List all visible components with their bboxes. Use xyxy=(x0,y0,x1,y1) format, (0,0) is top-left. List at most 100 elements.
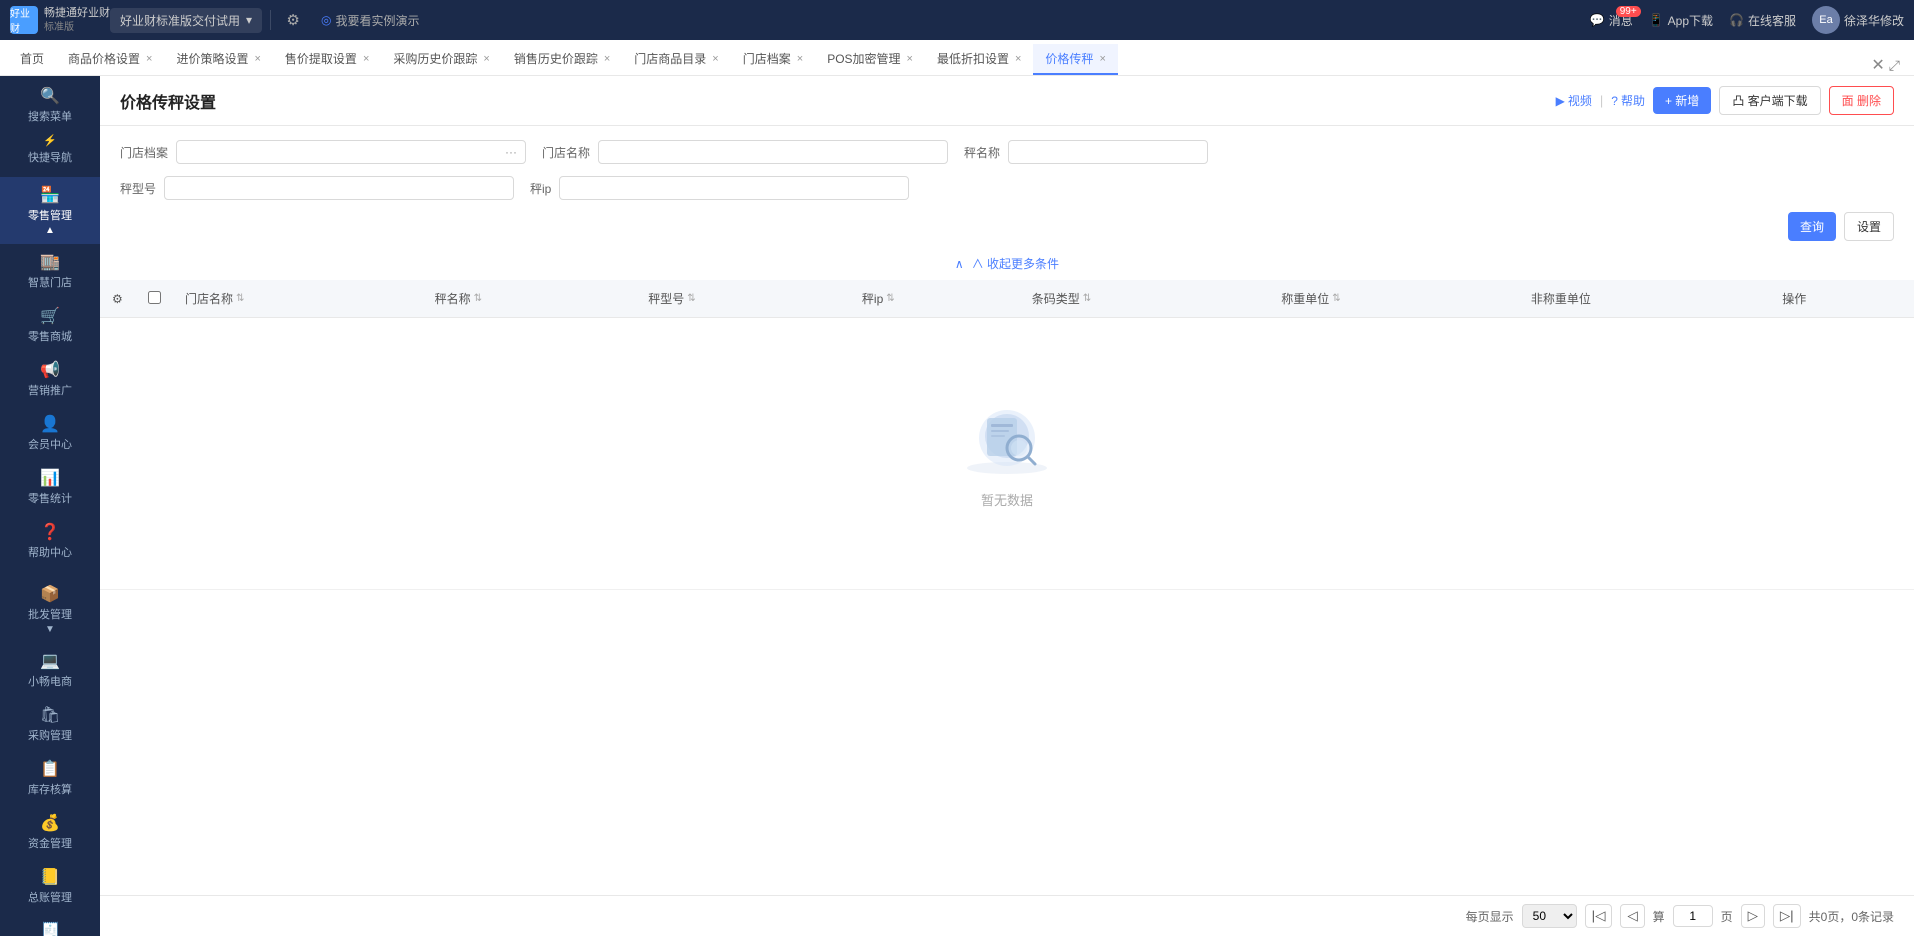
sidebar-item-member[interactable]: 👤 会员中心 xyxy=(0,406,100,460)
settings-icon[interactable]: ⚙ xyxy=(112,292,123,306)
sidebar-item-ecommerce[interactable]: 💻 小畅电商 xyxy=(0,643,100,697)
ecommerce-icon: 💻 xyxy=(40,651,60,671)
help-link[interactable]: ? 帮助 xyxy=(1611,92,1645,109)
query-button[interactable]: 查询 xyxy=(1788,212,1836,241)
collapse-bar[interactable]: ∧ ∧ 收起更多条件 xyxy=(120,249,1894,280)
purchase-icon: 🛍 xyxy=(40,705,60,725)
store-file-select[interactable]: ··· xyxy=(176,140,526,164)
th-store-name: 门店名称 ⇅ xyxy=(173,280,423,318)
add-button[interactable]: + 新增 xyxy=(1653,87,1711,114)
ellipsis-icon: ··· xyxy=(505,145,517,159)
headset-icon: 🎧 xyxy=(1729,13,1744,27)
tab-label: 首页 xyxy=(20,50,44,67)
version-selector[interactable]: 好业财标准版交付试用 ▾ xyxy=(110,8,262,33)
version-label: 好业财标准版交付试用 xyxy=(120,12,240,29)
sort-icon: ⇅ xyxy=(886,293,894,304)
tab-expand-icon[interactable]: ⤢ xyxy=(1889,57,1900,74)
tab-sales-history[interactable]: 销售历史价跟踪 × xyxy=(502,44,622,75)
sort-icon: ⇅ xyxy=(1332,293,1340,304)
sidebar-item-invoice[interactable]: 🧾 发票管理 xyxy=(0,913,100,936)
tab-purchase-strategy[interactable]: 进价策略设置 × xyxy=(164,44,272,75)
sidebar-item-wholesale[interactable]: 📦 批发管理 ▼ xyxy=(0,576,100,643)
demo-button[interactable]: ◎ 我要看实例演示 xyxy=(321,12,420,29)
sidebar-search[interactable]: 🔍 搜索菜单 xyxy=(0,76,100,130)
close-icon[interactable]: × xyxy=(604,53,610,65)
tab-home[interactable]: 首页 xyxy=(8,44,56,75)
first-page-button[interactable]: |◁ xyxy=(1585,904,1613,928)
ledger-icon: 📒 xyxy=(40,867,60,887)
sidebar-item-retail[interactable]: 🏪 零售管理 ▲ xyxy=(0,177,100,244)
close-icon[interactable]: × xyxy=(712,53,718,65)
tab-store-catalog[interactable]: 门店商品目录 × xyxy=(622,44,730,75)
tab-pos-encrypt[interactable]: POS加密管理 × xyxy=(815,44,925,75)
store-file-label: 门店档案 xyxy=(120,144,168,161)
pagination: 每页显示 10 20 50 100 |◁ ◁ 算 1 页 ▷ ▷| 共0页，0条… xyxy=(100,895,1914,936)
close-icon[interactable]: × xyxy=(254,53,260,65)
sidebar-item-inventory[interactable]: 📋 库存核算 xyxy=(0,751,100,805)
per-page-label: 每页显示 xyxy=(1466,908,1514,925)
close-icon[interactable]: × xyxy=(146,53,152,65)
tab-store-file[interactable]: 门店档案 × xyxy=(731,44,815,75)
tab-price-scale[interactable]: 价格传秤 × xyxy=(1033,44,1117,75)
messages-button[interactable]: 💬 消息 99+ xyxy=(1590,12,1633,29)
scale-ip-input[interactable] xyxy=(559,176,909,200)
last-page-button[interactable]: ▷| xyxy=(1773,904,1801,928)
next-page-button[interactable]: ▷ xyxy=(1741,904,1765,928)
tab-purchase-history[interactable]: 采购历史价跟踪 × xyxy=(381,44,501,75)
download-icon: 📱 xyxy=(1649,13,1664,27)
delete-button[interactable]: 面 删除 xyxy=(1829,86,1894,115)
search-icon: 🔍 xyxy=(40,86,60,106)
store-name-input[interactable] xyxy=(598,140,948,164)
sidebar-item-marketing[interactable]: 📢 营销推广 xyxy=(0,352,100,406)
sidebar-item-retail-mall[interactable]: 🛒 零售商城 xyxy=(0,298,100,352)
app-download-button[interactable]: 📱 App下载 xyxy=(1649,12,1713,29)
circle-icon: ◎ xyxy=(321,13,331,27)
tab-close-all-icon[interactable]: ✕ xyxy=(1871,55,1884,75)
settings-button[interactable]: ⚙ xyxy=(279,6,307,34)
tab-product-price[interactable]: 商品价格设置 × xyxy=(56,44,164,75)
video-link[interactable]: ▶ 视频 xyxy=(1556,92,1592,109)
user-profile-button[interactable]: Ea 徐泽华修改 xyxy=(1812,6,1904,34)
wholesale-icon: 📦 xyxy=(40,584,60,604)
sidebar-item-retail-stats[interactable]: 📊 零售统计 xyxy=(0,460,100,514)
th-scale-model: 秤型号 ⇅ xyxy=(636,280,850,318)
sidebar-item-finance[interactable]: 💰 资金管理 xyxy=(0,805,100,859)
select-all-checkbox[interactable] xyxy=(148,291,161,304)
sidebar-quick-nav[interactable]: ⚡ 快捷导航 xyxy=(0,130,100,169)
close-icon[interactable]: × xyxy=(363,53,369,65)
close-icon[interactable]: × xyxy=(1015,53,1021,65)
sidebar-item-smart-store[interactable]: 🏬 智慧门店 xyxy=(0,244,100,298)
scale-name-input[interactable] xyxy=(1008,140,1208,164)
top-bar-right: 💬 消息 99+ 📱 App下载 🎧 在线客服 Ea 徐泽华修改 xyxy=(1590,6,1904,34)
setting-button[interactable]: 设置 xyxy=(1844,212,1894,241)
online-service-button[interactable]: 🎧 在线客服 xyxy=(1729,12,1796,29)
tab-sale-price[interactable]: 售价提取设置 × xyxy=(273,44,381,75)
page-number-input[interactable]: 1 xyxy=(1673,905,1713,927)
tab-label: 商品价格设置 xyxy=(68,50,140,67)
filter-area: 门店档案 ··· 门店名称 秤名称 秤型号 xyxy=(100,126,1914,280)
divider xyxy=(270,10,271,30)
sidebar-item-purchase[interactable]: 🛍 采购管理 xyxy=(0,697,100,751)
tab-label: 进价策略设置 xyxy=(176,50,248,67)
scale-model-input[interactable] xyxy=(164,176,514,200)
mall-icon: 🛒 xyxy=(40,306,60,326)
tab-min-discount[interactable]: 最低折扣设置 × xyxy=(925,44,1033,75)
close-icon[interactable]: × xyxy=(1099,53,1105,65)
close-icon[interactable]: × xyxy=(907,53,913,65)
member-icon: 👤 xyxy=(40,414,60,434)
download-button[interactable]: 凸 客户端下载 xyxy=(1719,86,1820,115)
data-table: ⚙ 门店名称 ⇅ 秤名称 xyxy=(100,280,1914,590)
th-scale-name: 秤名称 ⇅ xyxy=(423,280,637,318)
empty-text: 暂无数据 xyxy=(981,490,1033,509)
close-icon[interactable]: × xyxy=(483,53,489,65)
th-scale-ip: 秤ip ⇅ xyxy=(850,280,1020,318)
th-checkbox xyxy=(136,280,173,318)
per-page-select[interactable]: 10 20 50 100 xyxy=(1522,904,1577,928)
sidebar-item-ledger[interactable]: 📒 总账管理 xyxy=(0,859,100,913)
prev-page-button[interactable]: ◁ xyxy=(1620,904,1644,928)
stats-icon: 📊 xyxy=(40,468,60,488)
sidebar-item-help[interactable]: ❓ 帮助中心 xyxy=(0,514,100,568)
sidebar: 🔍 搜索菜单 ⚡ 快捷导航 🏪 零售管理 ▲ 🏬 智慧门店 🛒 零售商城 📢 营… xyxy=(0,76,100,936)
close-icon[interactable]: × xyxy=(797,53,803,65)
scale-ip-filter: 秤ip xyxy=(530,176,909,200)
